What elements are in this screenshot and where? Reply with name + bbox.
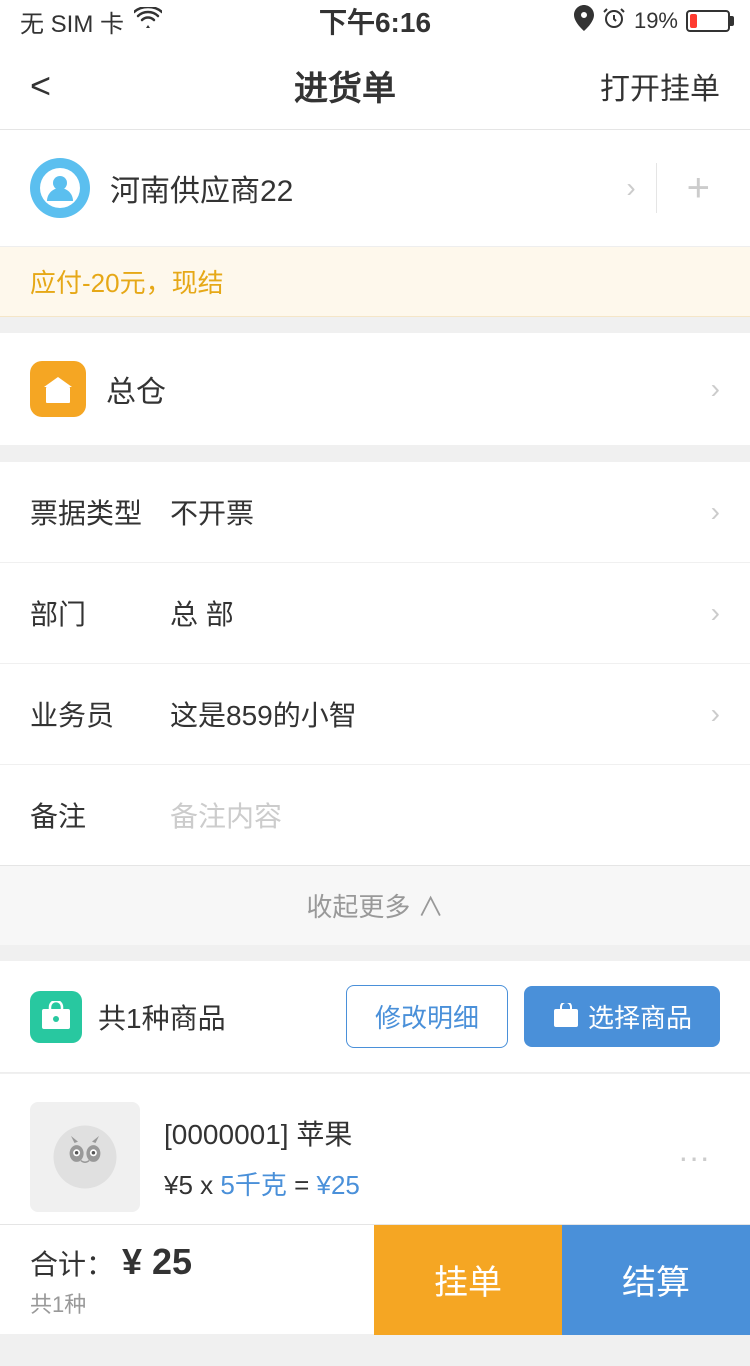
- product-more-button[interactable]: ···: [668, 1129, 720, 1186]
- supplier-row[interactable]: 河南供应商22 › +: [0, 130, 750, 247]
- status-time: 下午6:16: [319, 1, 431, 41]
- products-header: 共1种商品 修改明细 选择商品: [0, 961, 750, 1073]
- product-thumbnail: [30, 1102, 140, 1212]
- supplier-avatar: [30, 158, 90, 218]
- product-id: [0000001]: [164, 1119, 289, 1150]
- invoice-row[interactable]: 票据类型 不开票 ›: [0, 461, 750, 562]
- item-total: ¥25: [317, 1170, 360, 1200]
- invoice-label: 票据类型: [30, 492, 170, 532]
- alarm-icon: [602, 6, 626, 36]
- invoice-value: 不开票: [170, 492, 711, 532]
- product-title: 苹果: [296, 1119, 352, 1150]
- back-button[interactable]: <: [30, 65, 90, 107]
- total-amount: ¥ 25: [122, 1241, 192, 1283]
- salesman-row[interactable]: 业务员 这是859的小智 ›: [0, 663, 750, 764]
- total-text: 合计：: [30, 1243, 114, 1283]
- battery-icon: [686, 10, 730, 32]
- product-price: ¥5 x 5千克 = ¥25: [164, 1165, 668, 1202]
- total-label: 合计： ¥ 25: [30, 1241, 344, 1283]
- battery-percentage: 19%: [634, 8, 678, 34]
- status-right: 19%: [574, 5, 730, 37]
- status-bar: 无 SIM 卡 下午6:16 19%: [0, 0, 750, 42]
- department-chevron-icon: ›: [711, 597, 720, 629]
- salesman-label: 业务员: [30, 694, 170, 734]
- invoice-chevron-icon: ›: [711, 496, 720, 528]
- products-count: 共1种商品: [98, 997, 346, 1037]
- supplier-chevron-icon: ›: [626, 172, 635, 204]
- checkout-button[interactable]: 结算: [562, 1225, 750, 1335]
- carrier-text: 无 SIM 卡: [20, 4, 124, 39]
- open-pending-button[interactable]: 打开挂单: [600, 64, 720, 108]
- wifi-icon: [134, 7, 162, 36]
- supplier-divider: [656, 163, 657, 213]
- select-product-button[interactable]: 选择商品: [524, 986, 720, 1047]
- product-name: [0000001] 苹果: [164, 1113, 668, 1153]
- supplier-name: 河南供应商22: [110, 166, 626, 210]
- battery-fill: [690, 14, 697, 28]
- product-item: [0000001] 苹果 ¥5 x 5千克 = ¥25 ···: [0, 1073, 750, 1240]
- total-count: 共1种: [30, 1287, 344, 1319]
- department-label: 部门: [30, 593, 170, 633]
- warehouse-chevron-icon: ›: [711, 373, 720, 405]
- remark-row[interactable]: 备注 备注内容: [0, 764, 750, 865]
- pending-button[interactable]: 挂单: [374, 1225, 562, 1335]
- add-supplier-button[interactable]: +: [677, 166, 720, 211]
- salesman-chevron-icon: ›: [711, 698, 720, 730]
- collapse-button[interactable]: 收起更多 ∧: [0, 865, 750, 945]
- nav-bar: < 进货单 打开挂单: [0, 42, 750, 130]
- warehouse-icon: [30, 361, 86, 417]
- warehouse-card[interactable]: 总仓 ›: [0, 333, 750, 445]
- select-product-label: 选择商品: [588, 998, 692, 1035]
- avatar-inner: [40, 168, 80, 208]
- department-value: 总 部: [170, 593, 711, 633]
- modify-detail-button[interactable]: 修改明细: [346, 985, 508, 1048]
- warehouse-name: 总仓: [106, 367, 711, 411]
- products-icon: [30, 991, 82, 1043]
- department-row[interactable]: 部门 总 部 ›: [0, 562, 750, 663]
- supplier-card: 河南供应商22 › + 应付-20元，现结: [0, 130, 750, 317]
- unit-price: ¥5: [164, 1170, 193, 1200]
- quantity: 5千克: [220, 1170, 286, 1200]
- info-banner: 应付-20元，现结: [0, 247, 750, 317]
- location-icon: [574, 5, 594, 37]
- warehouse-row[interactable]: 总仓 ›: [0, 333, 750, 445]
- multiply-sign: x: [200, 1170, 220, 1200]
- form-card: 票据类型 不开票 › 部门 总 部 › 业务员 这是859的小智 › 备注 备注…: [0, 461, 750, 945]
- content: 河南供应商22 › + 应付-20元，现结 总仓 › 票据类型 不开票 ›: [0, 130, 750, 1366]
- remark-label: 备注: [30, 795, 170, 835]
- page-title: 进货单: [294, 61, 396, 110]
- salesman-value: 这是859的小智: [170, 694, 711, 734]
- product-info: [0000001] 苹果 ¥5 x 5千克 = ¥25: [164, 1113, 668, 1202]
- equals-sign: =: [294, 1170, 316, 1200]
- status-left: 无 SIM 卡: [20, 4, 162, 39]
- remark-input[interactable]: 备注内容: [170, 795, 720, 835]
- total-section: 合计： ¥ 25 共1种: [0, 1241, 374, 1319]
- products-card: 共1种商品 修改明细 选择商品: [0, 961, 750, 1240]
- bottom-bar: 合计： ¥ 25 共1种 挂单 结算: [0, 1224, 750, 1334]
